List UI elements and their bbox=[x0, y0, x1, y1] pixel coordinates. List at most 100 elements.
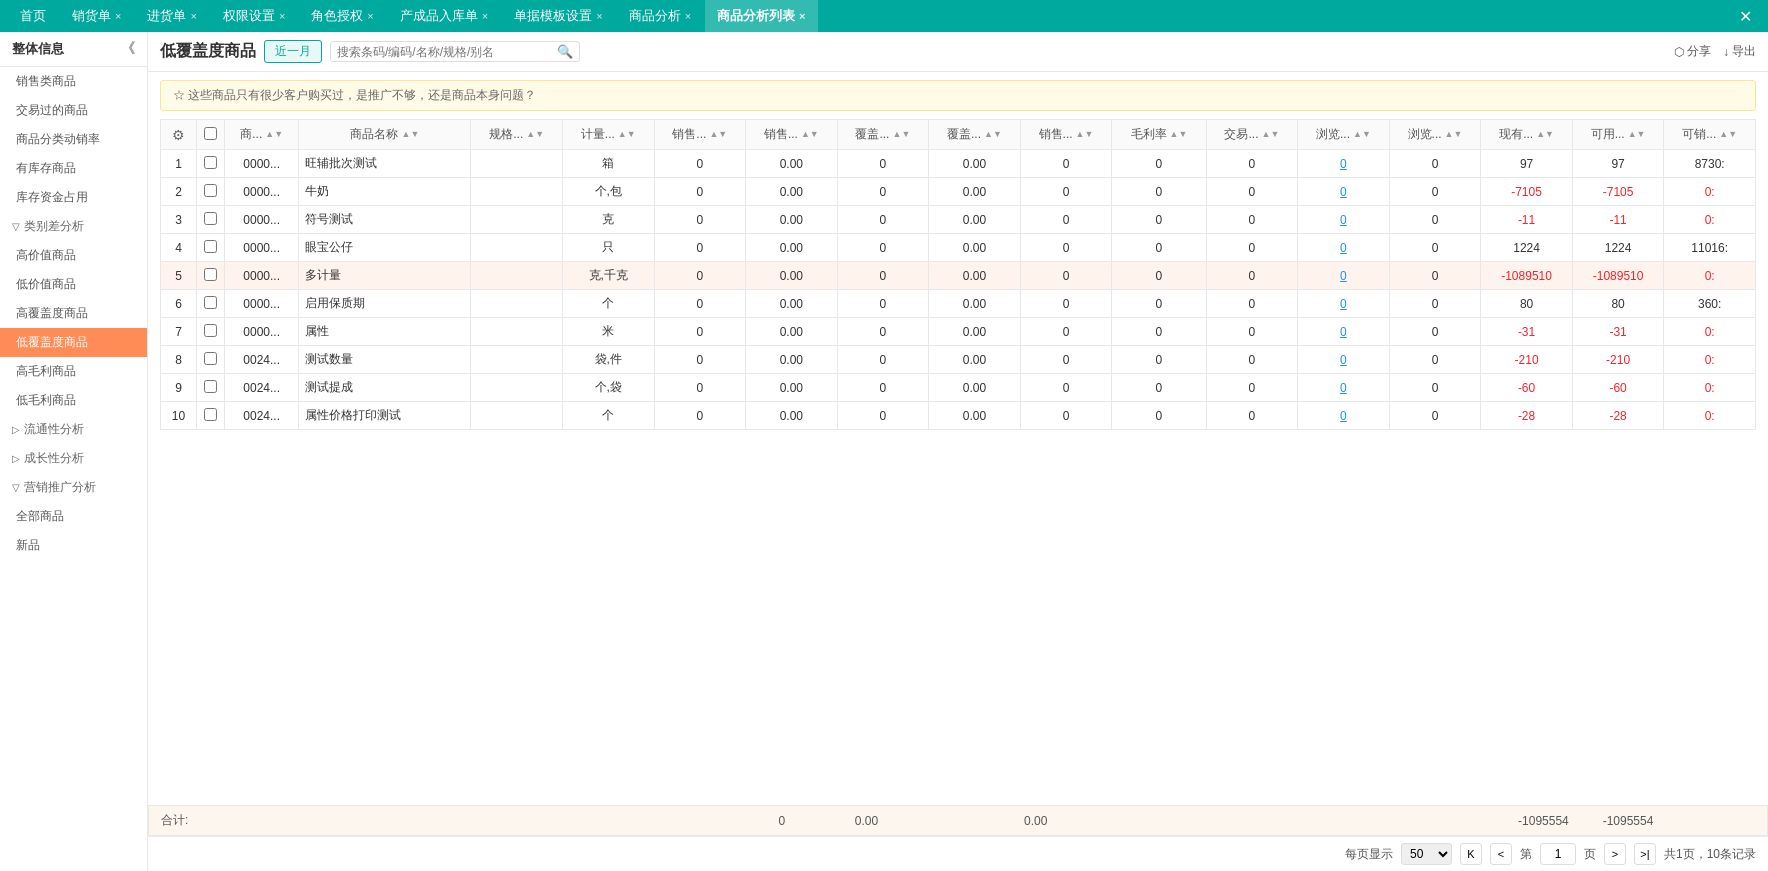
sidebar-item-low-margin[interactable]: 低毛利商品 bbox=[0, 386, 147, 415]
sidebar-header[interactable]: 整体信息 《 bbox=[0, 32, 147, 67]
cell-browse1[interactable]: 0 bbox=[1298, 262, 1390, 290]
sidebar-item-sales-products[interactable]: 销售类商品 bbox=[0, 67, 147, 96]
cell-current-stock: -1089510 bbox=[1481, 262, 1573, 290]
cell-name[interactable]: 眼宝公仔 bbox=[299, 234, 471, 262]
cell-checkbox[interactable] bbox=[197, 150, 225, 178]
cell-browse1[interactable]: 0 bbox=[1298, 150, 1390, 178]
cell-name[interactable]: 多计量 bbox=[299, 262, 471, 290]
col-current-stock[interactable]: 现有...▲▼ bbox=[1481, 120, 1573, 150]
cell-browse1[interactable]: 0 bbox=[1298, 290, 1390, 318]
nav-item-product-stock[interactable]: 产成品入库单 × bbox=[388, 0, 500, 32]
cell-name[interactable]: 属性 bbox=[299, 318, 471, 346]
sidebar-section-marketing[interactable]: ▽ 营销推广分析 bbox=[0, 473, 147, 502]
col-browse1[interactable]: 浏览...▲▼ bbox=[1298, 120, 1390, 150]
share-button[interactable]: ⬡ 分享 bbox=[1674, 43, 1711, 60]
cell-name[interactable]: 测试数量 bbox=[299, 346, 471, 374]
sidebar-item-new-products[interactable]: 新品 bbox=[0, 531, 147, 560]
sidebar-item-traded-products[interactable]: 交易过的商品 bbox=[0, 96, 147, 125]
cell-browse1[interactable]: 0 bbox=[1298, 346, 1390, 374]
prev-page-button[interactable]: < bbox=[1490, 843, 1512, 865]
nav-close-product-analysis[interactable]: × bbox=[685, 10, 691, 22]
sidebar-item-high-value[interactable]: 高价值商品 bbox=[0, 241, 147, 270]
export-button[interactable]: ↓ 导出 bbox=[1723, 43, 1756, 60]
col-browse2[interactable]: 浏览...▲▼ bbox=[1389, 120, 1481, 150]
cell-checkbox[interactable] bbox=[197, 262, 225, 290]
col-sale-rate[interactable]: 销售...▲▼ bbox=[1020, 120, 1112, 150]
nav-item-product-analysis[interactable]: 商品分析 × bbox=[617, 0, 703, 32]
cell-checkbox[interactable] bbox=[197, 346, 225, 374]
cell-checkbox[interactable] bbox=[197, 374, 225, 402]
col-settings[interactable]: ⚙ bbox=[161, 120, 197, 150]
nav-close-template[interactable]: × bbox=[596, 10, 602, 22]
search-box[interactable]: 🔍 bbox=[330, 41, 580, 62]
cell-browse1[interactable]: 0 bbox=[1298, 374, 1390, 402]
sidebar-item-in-stock-products[interactable]: 有库存商品 bbox=[0, 154, 147, 183]
cell-checkbox[interactable] bbox=[197, 206, 225, 234]
col-trade[interactable]: 交易...▲▼ bbox=[1206, 120, 1298, 150]
nav-item-product-analysis-list[interactable]: 商品分析列表 × bbox=[705, 0, 817, 32]
nav-item-sales[interactable]: 销货单 × bbox=[60, 0, 133, 32]
col-name[interactable]: 商品名称▲▼ bbox=[299, 120, 471, 150]
sidebar-collapse-icon[interactable]: 《 bbox=[121, 40, 135, 58]
sidebar-item-all-products[interactable]: 全部商品 bbox=[0, 502, 147, 531]
cell-name[interactable]: 牛奶 bbox=[299, 178, 471, 206]
sidebar-section-category[interactable]: ▽ 类别差分析 bbox=[0, 212, 147, 241]
nav-item-permission[interactable]: 权限设置 × bbox=[211, 0, 297, 32]
nav-close-purchase[interactable]: × bbox=[190, 10, 196, 22]
cell-name[interactable]: 旺辅批次测试 bbox=[299, 150, 471, 178]
col-cover1[interactable]: 覆盖...▲▼ bbox=[837, 120, 929, 150]
next-page-button[interactable]: > bbox=[1604, 843, 1626, 865]
select-all-checkbox[interactable] bbox=[204, 127, 217, 140]
col-available[interactable]: 可用...▲▼ bbox=[1572, 120, 1664, 150]
sidebar-item-category-turnover[interactable]: 商品分类动销率 bbox=[0, 125, 147, 154]
cell-trade: 0 bbox=[1206, 402, 1298, 430]
sidebar-item-low-value[interactable]: 低价值商品 bbox=[0, 270, 147, 299]
nav-item-home[interactable]: 首页 bbox=[8, 0, 58, 32]
cell-checkbox[interactable] bbox=[197, 318, 225, 346]
cell-browse1[interactable]: 0 bbox=[1298, 206, 1390, 234]
col-unit[interactable]: 计量...▲▼ bbox=[562, 120, 654, 150]
cell-name[interactable]: 启用保质期 bbox=[299, 290, 471, 318]
nav-item-role[interactable]: 角色授权 × bbox=[299, 0, 385, 32]
search-input[interactable] bbox=[337, 45, 557, 59]
window-close-button[interactable]: ✕ bbox=[1731, 7, 1760, 26]
col-cover2[interactable]: 覆盖...▲▼ bbox=[929, 120, 1021, 150]
sidebar-section-liquidity[interactable]: ▷ 流通性分析 bbox=[0, 415, 147, 444]
cell-name[interactable]: 符号测试 bbox=[299, 206, 471, 234]
col-code[interactable]: 商...▲▼ bbox=[225, 120, 299, 150]
page-number-input[interactable] bbox=[1540, 843, 1576, 865]
col-sale-count[interactable]: 销售...▲▼ bbox=[654, 120, 746, 150]
sidebar-item-high-margin[interactable]: 高毛利商品 bbox=[0, 357, 147, 386]
col-spec[interactable]: 规格...▲▼ bbox=[471, 120, 563, 150]
total-cover2: 0.00 bbox=[993, 814, 1078, 828]
sidebar-item-stock-capital[interactable]: 库存资金占用 bbox=[0, 183, 147, 212]
col-sale-amount[interactable]: 销售...▲▼ bbox=[746, 120, 838, 150]
col-gross-margin[interactable]: 毛利率▲▼ bbox=[1112, 120, 1206, 150]
cell-checkbox[interactable] bbox=[197, 178, 225, 206]
cell-browse1[interactable]: 0 bbox=[1298, 178, 1390, 206]
sidebar-item-high-coverage[interactable]: 高覆盖度商品 bbox=[0, 299, 147, 328]
sidebar-item-low-coverage[interactable]: 低覆盖度商品 bbox=[0, 328, 147, 357]
nav-close-product-stock[interactable]: × bbox=[482, 10, 488, 22]
cell-browse1[interactable]: 0 bbox=[1298, 402, 1390, 430]
nav-close-role[interactable]: × bbox=[367, 10, 373, 22]
first-page-button[interactable]: K bbox=[1460, 843, 1482, 865]
nav-item-purchase[interactable]: 进货单 × bbox=[135, 0, 208, 32]
nav-close-sales[interactable]: × bbox=[115, 10, 121, 22]
cell-browse1[interactable]: 0 bbox=[1298, 234, 1390, 262]
cell-checkbox[interactable] bbox=[197, 234, 225, 262]
nav-close-permission[interactable]: × bbox=[279, 10, 285, 22]
last-page-button[interactable]: >| bbox=[1634, 843, 1656, 865]
cell-browse1[interactable]: 0 bbox=[1298, 318, 1390, 346]
cell-checkbox[interactable] bbox=[197, 402, 225, 430]
cell-checkbox[interactable] bbox=[197, 290, 225, 318]
nav-item-template[interactable]: 单据模板设置 × bbox=[502, 0, 614, 32]
page-size-select[interactable]: 50 100 200 bbox=[1401, 843, 1452, 865]
cell-name[interactable]: 属性价格打印测试 bbox=[299, 402, 471, 430]
col-saleable[interactable]: 可销...▲▼ bbox=[1664, 120, 1756, 150]
time-filter-button[interactable]: 近一月 bbox=[264, 40, 322, 63]
sidebar-section-growth[interactable]: ▷ 成长性分析 bbox=[0, 444, 147, 473]
cell-name[interactable]: 测试提成 bbox=[299, 374, 471, 402]
col-checkbox[interactable] bbox=[197, 120, 225, 150]
nav-close-product-analysis-list[interactable]: × bbox=[799, 10, 805, 22]
